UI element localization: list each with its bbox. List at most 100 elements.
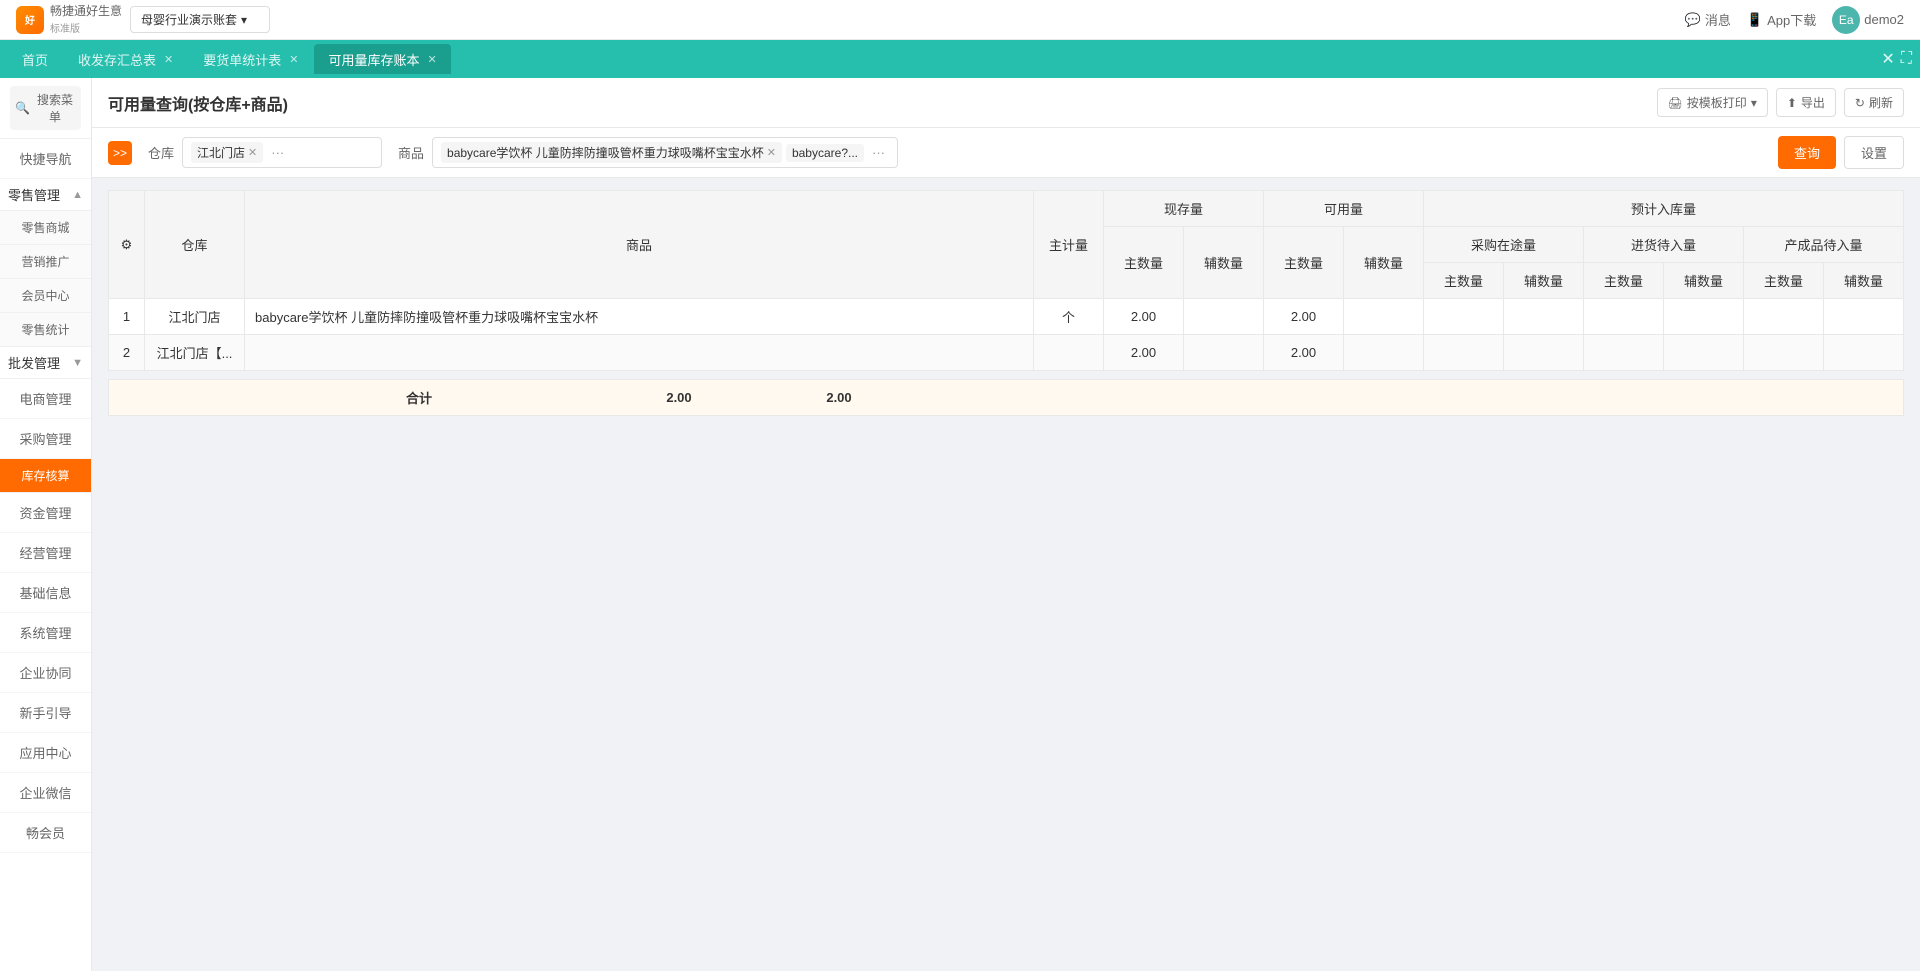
- chevron-down-icon: ▾: [241, 13, 247, 27]
- nav-expand-icon[interactable]: ⛶: [1901, 50, 1912, 68]
- app-download-label: App下载: [1767, 10, 1816, 29]
- th-stock-aux-qty: 辅数量: [1184, 227, 1264, 299]
- row2-unit: [1034, 335, 1104, 371]
- print-icon: 🖨: [1668, 96, 1683, 110]
- tab-home[interactable]: 首页: [8, 44, 62, 74]
- tab-receive[interactable]: 收发存汇总表 ✕: [64, 44, 187, 74]
- nav-close-icon[interactable]: ✕: [1881, 49, 1894, 69]
- sidebar-item-guide[interactable]: 新手引导: [0, 693, 91, 733]
- template-print-button[interactable]: 🖨 按模板打印 ▾: [1657, 88, 1768, 117]
- top-bar-left: 好 畅捷通好生意 标准版 母婴行业演示账套 ▾: [16, 4, 270, 35]
- th-product-pending: 产成品待入量: [1744, 227, 1904, 263]
- data-table: ⚙ 仓库 商品 主计量 现存量 可用量 预计入库量 主数量 辅数量 主数量: [108, 190, 1904, 371]
- sidebar-item-enterprise[interactable]: 企业协同: [0, 653, 91, 693]
- content-area: 可用量查询(按仓库+商品) 🖨 按模板打印 ▾ ⬆ 导出 ↻ 刷新: [92, 78, 1920, 971]
- row2-purchase-aux: [1504, 335, 1584, 371]
- export-button[interactable]: ⬆ 导出: [1776, 88, 1836, 117]
- row1-avail-main: 2.00: [1264, 299, 1344, 335]
- warehouse-tag-remove[interactable]: ✕: [248, 146, 257, 159]
- row2-product-aux: [1824, 335, 1904, 371]
- tab-available[interactable]: 可用量库存账本 ✕: [314, 44, 450, 74]
- sidebar-item-purchase[interactable]: 采购管理: [0, 419, 91, 459]
- sidebar-item-operations[interactable]: 经营管理: [0, 533, 91, 573]
- nav-tabs-right: ✕ ⛶: [1881, 49, 1912, 69]
- username: demo2: [1864, 12, 1904, 27]
- row2-avail-aux: [1344, 335, 1424, 371]
- th-warehouse: 仓库: [145, 191, 245, 299]
- product-tag-1-text: babycare学饮杯 儿童防摔防撞吸管杯重力球吸嘴杯宝宝水杯: [447, 144, 764, 161]
- main-layout: 🔍 搜索菜单 快捷导航 零售管理 ▲ 零售商城 营销推广 会员中心 零售统计 批…: [0, 78, 1920, 971]
- expand-icon: >>: [113, 146, 127, 160]
- row1-stock-main: 2.00: [1104, 299, 1184, 335]
- filter-expand-button[interactable]: >>: [108, 141, 132, 165]
- th-product: 商品: [245, 191, 1034, 299]
- row1-incoming-main: [1584, 299, 1664, 335]
- product-tag-1: babycare学饮杯 儿童防摔防撞吸管杯重力球吸嘴杯宝宝水杯 ✕: [441, 142, 782, 163]
- avatar: Ea: [1832, 6, 1860, 34]
- th-settings[interactable]: ⚙: [109, 191, 145, 299]
- row2-product: [245, 335, 1034, 371]
- industry-selector[interactable]: 母婴行业演示账套 ▾: [130, 6, 270, 33]
- row2-incoming-aux: [1664, 335, 1744, 371]
- sidebar-item-member[interactable]: 会员中心: [0, 279, 91, 313]
- sidebar-item-basic-info[interactable]: 基础信息: [0, 573, 91, 613]
- logo-text: 畅捷通好生意: [50, 4, 122, 20]
- sidebar-item-system[interactable]: 系统管理: [0, 613, 91, 653]
- product-filter-input[interactable]: babycare学饮杯 儿童防摔防撞吸管杯重力球吸嘴杯宝宝水杯 ✕ babyca…: [432, 137, 898, 168]
- page-header: 可用量查询(按仓库+商品) 🖨 按模板打印 ▾ ⬆ 导出 ↻ 刷新: [92, 78, 1920, 128]
- tab-available-close[interactable]: ✕: [428, 53, 437, 66]
- sidebar-item-retail-mall[interactable]: 零售商城: [0, 211, 91, 245]
- table-row: 2 江北门店【... 2.00 2.00: [109, 335, 1904, 371]
- tab-order-close[interactable]: ✕: [289, 53, 298, 66]
- sidebar-retail-items: 零售商城 营销推广 会员中心 零售统计: [0, 211, 91, 347]
- page-actions: 🖨 按模板打印 ▾ ⬆ 导出 ↻ 刷新: [1657, 88, 1904, 117]
- row1-avail-aux: [1344, 299, 1424, 335]
- message-label: 消息: [1705, 10, 1731, 29]
- sidebar-section-wholesale[interactable]: 批发管理 ▼: [0, 347, 91, 379]
- product-filter-dots[interactable]: ···: [868, 145, 889, 160]
- tab-order[interactable]: 要货单统计表 ✕: [189, 44, 312, 74]
- export-icon: ⬆: [1787, 96, 1797, 110]
- warehouse-filter-input[interactable]: 江北门店 ✕ ···: [182, 137, 382, 168]
- sidebar-item-quick-nav[interactable]: 快捷导航: [0, 139, 91, 179]
- th-stock-main-qty: 主数量: [1104, 227, 1184, 299]
- th-current-stock: 现存量: [1104, 191, 1264, 227]
- refresh-icon: ↻: [1855, 96, 1865, 110]
- tab-home-label: 首页: [22, 50, 48, 69]
- refresh-button[interactable]: ↻ 刷新: [1844, 88, 1904, 117]
- row2-product-main: [1744, 335, 1824, 371]
- footer-stock-main: 2.00: [639, 390, 719, 405]
- sidebar-item-wechat[interactable]: 企业微信: [0, 773, 91, 813]
- sidebar-item-app-center[interactable]: 应用中心: [0, 733, 91, 773]
- sidebar-item-finance[interactable]: 资金管理: [0, 493, 91, 533]
- message-action[interactable]: 💬 消息: [1685, 10, 1731, 29]
- logo-text-area: 畅捷通好生意 标准版: [50, 4, 122, 35]
- settings-button[interactable]: 设置: [1844, 136, 1904, 169]
- search-menu-button[interactable]: 🔍 搜索菜单: [10, 86, 81, 130]
- sidebar-item-inventory[interactable]: 库存核算: [0, 459, 91, 493]
- product-tag-1-remove[interactable]: ✕: [767, 146, 776, 159]
- sidebar-item-marketing[interactable]: 营销推广: [0, 245, 91, 279]
- app-download-action[interactable]: 📱 App下载: [1747, 10, 1816, 29]
- th-incoming-main: 主数量: [1584, 263, 1664, 299]
- row2-avail-main: 2.00: [1264, 335, 1344, 371]
- warehouse-filter-dots[interactable]: ···: [267, 145, 288, 160]
- chevron-down-icon-print: ▾: [1751, 96, 1757, 110]
- th-avail-main-qty: 主数量: [1264, 227, 1344, 299]
- row1-purchase-main: [1424, 299, 1504, 335]
- warehouse-filter-label: 仓库: [148, 143, 174, 162]
- th-purchase-main: 主数量: [1424, 263, 1504, 299]
- query-button[interactable]: 查询: [1778, 136, 1836, 169]
- sidebar-item-ecommerce[interactable]: 电商管理: [0, 379, 91, 419]
- warehouse-tag-1: 江北门店 ✕: [191, 142, 263, 163]
- sidebar-item-member2[interactable]: 畅会员: [0, 813, 91, 853]
- sidebar-item-retail-stats[interactable]: 零售统计: [0, 313, 91, 347]
- user-area[interactable]: Ea demo2: [1832, 6, 1904, 34]
- tab-receive-close[interactable]: ✕: [164, 53, 173, 66]
- row2-warehouse: 江北门店【...: [145, 335, 245, 371]
- table-scroll[interactable]: ⚙ 仓库 商品 主计量 现存量 可用量 预计入库量 主数量 辅数量 主数量: [108, 190, 1904, 371]
- row2-index: 2: [109, 335, 145, 371]
- sidebar-section-retail[interactable]: 零售管理 ▲: [0, 179, 91, 211]
- search-icon: 🔍: [15, 101, 30, 115]
- table-footer: 合计 2.00 2.00: [108, 379, 1904, 416]
